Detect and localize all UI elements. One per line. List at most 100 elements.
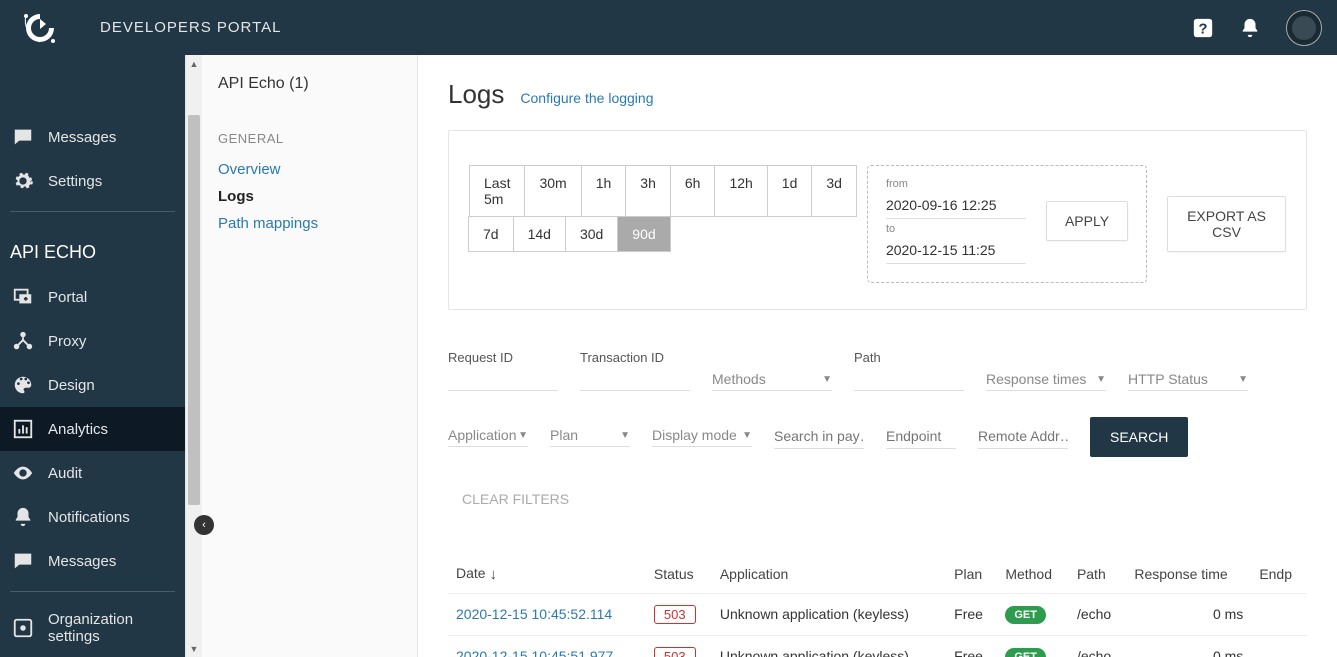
filter-methods[interactable]: Methods▼ — [712, 371, 832, 391]
col-plan[interactable]: Plan — [946, 555, 997, 593]
status-badge: 503 — [654, 647, 696, 657]
time-range-1d[interactable]: 1d — [767, 165, 813, 217]
bell-icon[interactable] — [1239, 17, 1261, 39]
time-range-7d[interactable]: 7d — [468, 216, 514, 252]
sidebar-item-audit[interactable]: Audit — [0, 451, 185, 495]
gear-icon — [12, 170, 34, 192]
filter-http-status[interactable]: HTTP Status▼ — [1128, 371, 1248, 391]
sidebar-item-organization-settings[interactable]: Organization settings — [0, 600, 185, 656]
configure-logging-link[interactable]: Configure the logging — [520, 90, 653, 106]
filter-application[interactable]: Application▼ — [448, 427, 528, 447]
log-response-time: 0 ms — [1126, 593, 1251, 635]
method-pill: GET — [1005, 648, 1046, 657]
method-pill: GET — [1005, 606, 1046, 624]
subside-item-overview[interactable]: Overview — [212, 156, 407, 183]
sidebar-item-settings[interactable]: Settings — [0, 159, 185, 203]
filter-plan[interactable]: Plan▼ — [550, 427, 630, 447]
message-icon — [12, 550, 34, 572]
sidebar-scrollbar[interactable]: ▲ ▼ — [185, 55, 202, 657]
svg-text:?: ? — [1199, 21, 1208, 37]
time-range-30d[interactable]: 30d — [565, 216, 618, 252]
col-response-time[interactable]: Response time — [1126, 555, 1251, 593]
col-path[interactable]: Path — [1069, 555, 1126, 593]
from-label: from — [886, 178, 1026, 190]
secondary-sidebar: API Echo (1) GENERAL Overview Logs Path … — [202, 55, 418, 657]
chevron-down-icon: ▼ — [518, 430, 528, 441]
scroll-down-icon[interactable]: ▼ — [186, 640, 202, 657]
export-csv-button[interactable]: EXPORT AS CSV — [1167, 196, 1286, 252]
sidebar-item-design[interactable]: Design — [0, 363, 185, 407]
chevron-down-icon: ▼ — [822, 374, 832, 385]
sidebar-label: Design — [48, 377, 95, 394]
brand: DEVELOPERS PORTAL — [20, 8, 282, 48]
clear-filters-button[interactable]: CLEAR FILTERS — [448, 479, 583, 519]
sidebar-item-analytics[interactable]: Analytics — [0, 407, 185, 451]
time-range-1h[interactable]: 1h — [581, 165, 627, 217]
sidebar-item-proxy[interactable]: Proxy — [0, 319, 185, 363]
sidebar-item-portal[interactable]: Portal — [0, 275, 185, 319]
bell-icon — [12, 506, 34, 528]
sidebar-label: Organization settings — [48, 611, 173, 645]
subside-item-path-mappings[interactable]: Path mappings — [212, 210, 407, 237]
col-status[interactable]: Status — [646, 555, 712, 593]
sidebar-label: Messages — [48, 129, 116, 146]
table-row[interactable]: 2020-12-15 10:45:52.114503Unknown applic… — [448, 593, 1307, 635]
to-date-input[interactable]: 2020-12-15 11:25 — [886, 239, 1026, 264]
org-icon — [12, 617, 34, 639]
chevron-down-icon: ▼ — [1238, 374, 1248, 385]
sidebar-label: Portal — [48, 289, 87, 306]
search-button[interactable]: SEARCH — [1090, 417, 1188, 457]
filter-path[interactable]: Path — [854, 350, 964, 391]
sidebar-item-messages-2[interactable]: Messages — [0, 539, 185, 583]
col-date[interactable]: Date ↓ — [448, 555, 646, 593]
logo-icon — [20, 8, 60, 48]
time-range-3d[interactable]: 3d — [811, 165, 857, 217]
filter-display-mode[interactable]: Display mode▼ — [652, 427, 752, 447]
sidebar-item-messages[interactable]: Messages — [0, 115, 185, 159]
filter-request-id[interactable]: Request ID — [448, 350, 558, 391]
sidebar-item-notifications[interactable]: Notifications — [0, 495, 185, 539]
col-application[interactable]: Application — [712, 555, 946, 593]
to-label: to — [886, 223, 1026, 235]
sidebar-label: Messages — [48, 553, 116, 570]
table-header-row: Date ↓ Status Application Plan Method Pa… — [448, 555, 1307, 593]
col-method[interactable]: Method — [997, 555, 1069, 593]
time-range-12h[interactable]: 12h — [714, 165, 767, 217]
scroll-thumb[interactable] — [188, 115, 200, 505]
sidebar: Messages Settings API ECHO Portal Proxy … — [0, 55, 185, 657]
scroll-up-icon[interactable]: ▲ — [186, 55, 202, 72]
filter-remote-addr[interactable] — [978, 426, 1068, 449]
filter-transaction-id[interactable]: Transaction ID — [580, 350, 690, 391]
filter-response-times[interactable]: Response times▼ — [986, 371, 1106, 391]
apply-button[interactable]: APPLY — [1046, 201, 1128, 241]
help-icon[interactable]: ? — [1192, 17, 1214, 39]
divider — [10, 211, 175, 212]
filters-row-2: Application▼ Plan▼ Display mode▼ SEARCH … — [448, 417, 1307, 519]
log-date-link[interactable]: 2020-12-15 10:45:51.977 — [456, 648, 613, 657]
sidebar-label: Settings — [48, 173, 102, 190]
time-range-6h[interactable]: 6h — [670, 165, 716, 217]
log-date-link[interactable]: 2020-12-15 10:45:52.114 — [456, 606, 612, 622]
subside-item-logs[interactable]: Logs — [212, 183, 407, 210]
filter-endpoint[interactable] — [886, 426, 956, 449]
filter-panel: Last 5m30m1h3h6h12h1d3d 7d14d30d90d from… — [448, 130, 1307, 310]
time-range-last5m[interactable]: Last 5m — [469, 165, 525, 217]
time-range-14d[interactable]: 14d — [513, 216, 566, 252]
table-row[interactable]: 2020-12-15 10:45:51.977503Unknown applic… — [448, 635, 1307, 657]
sidebar-label: Notifications — [48, 509, 130, 526]
log-application: Unknown application (keyless) — [712, 593, 946, 635]
collapse-sidebar-button[interactable]: ‹ — [194, 515, 214, 535]
page-title: Logs — [448, 79, 504, 110]
proxy-icon — [12, 330, 34, 352]
sidebar-label: Analytics — [48, 421, 108, 438]
time-range-3h[interactable]: 3h — [625, 165, 671, 217]
avatar[interactable] — [1286, 10, 1322, 46]
log-path: /echo — [1069, 593, 1126, 635]
time-range-90d[interactable]: 90d — [617, 216, 670, 252]
from-date-input[interactable]: 2020-09-16 12:25 — [886, 194, 1026, 219]
sidebar-heading-api: API ECHO — [0, 220, 185, 275]
filter-search-payloads[interactable] — [774, 426, 864, 449]
col-endpoint[interactable]: Endp — [1251, 555, 1307, 593]
eye-icon — [12, 462, 34, 484]
time-range-30m[interactable]: 30m — [524, 165, 581, 217]
